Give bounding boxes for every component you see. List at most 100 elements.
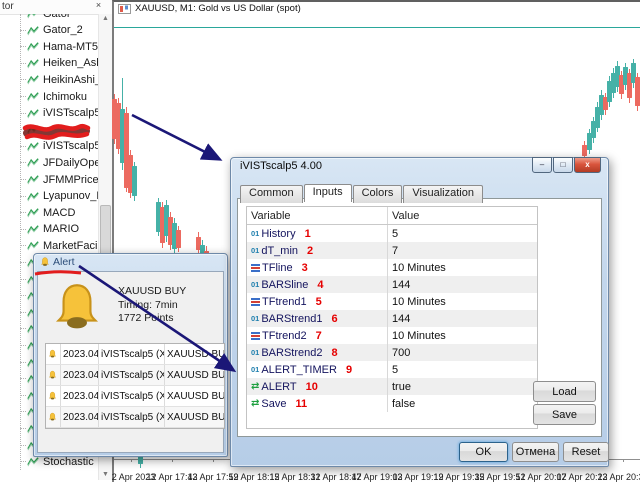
minimize-button[interactable]: – xyxy=(532,157,552,173)
variable-name: TFtrend1 xyxy=(262,295,307,308)
variable-name: BARStrend1 xyxy=(261,312,323,325)
input-row-dt-min[interactable]: 01 dT_min 2 7 xyxy=(247,242,537,259)
red-step-marker: 11 xyxy=(295,397,308,410)
reset-button[interactable]: Reset xyxy=(563,442,609,462)
input-row-tftrend2[interactable]: TFtrend2 7 10 Minutes xyxy=(247,327,537,344)
tab-visualization[interactable]: Visualization xyxy=(403,185,483,203)
sidebar-item-heiken-ashi[interactable]: Heiken_Ashi xyxy=(0,56,99,71)
boolean-type-icon: ⇄ xyxy=(251,380,260,392)
sidebar-item-jfmmprice[interactable]: JFMMPrice xyxy=(0,172,99,187)
variable-value[interactable]: 144 xyxy=(388,310,537,327)
close-button[interactable]: x xyxy=(574,157,601,173)
bell-icon xyxy=(46,407,61,427)
sidebar-item-label: Gator_2 xyxy=(43,24,83,37)
alert-row-time: 2023.04.... xyxy=(61,386,99,406)
sidebar-item-jfdailyopenline[interactable]: JFDailyOpenLine xyxy=(0,155,99,170)
variable-value[interactable]: 5 xyxy=(388,361,537,378)
tab-common[interactable]: Common xyxy=(240,185,303,203)
input-row-barstrend2[interactable]: 01 BARStrend2 8 700 xyxy=(247,344,537,361)
red-step-marker: 3 xyxy=(301,261,308,274)
save-button[interactable]: Save xyxy=(533,404,596,425)
sidebar-item-ivistscalp5-patern[interactable]: iVISTscalp5_patern xyxy=(0,139,99,154)
sidebar-item-label: HeikinAshi_SepWnd xyxy=(43,73,99,86)
variable-value[interactable]: false xyxy=(388,395,537,412)
variable-value[interactable]: 700 xyxy=(388,344,537,361)
sidebar-item-label: iVISTscalp5_patern xyxy=(43,140,99,153)
sidebar-item-label: MARIO xyxy=(43,223,80,236)
scroll-up-icon[interactable]: ▲ xyxy=(99,15,112,22)
tab-inputs[interactable]: Inputs xyxy=(303,184,352,202)
variable-value[interactable]: 10 Minutes xyxy=(388,327,537,344)
variable-value[interactable]: true xyxy=(388,378,537,395)
bid-price-line xyxy=(114,27,640,28)
red-step-marker: 5 xyxy=(315,295,322,308)
alert-row-event: XAUUSD BUY xyxy=(167,411,224,423)
input-row-tfline[interactable]: TFline 3 10 Minutes xyxy=(247,259,537,276)
sidebar-item-label: MACD xyxy=(43,206,76,219)
variable-value[interactable]: 7 xyxy=(388,242,537,259)
red-step-marker: 6 xyxy=(331,312,338,325)
variable-name: TFline xyxy=(262,261,293,274)
load-button[interactable]: Load xyxy=(533,381,596,402)
indicator-icon xyxy=(27,157,40,168)
timeframe-type-icon xyxy=(251,331,260,340)
input-row-alert-timer[interactable]: 01 ALERT_TIMER 9 5 xyxy=(247,361,537,378)
integer-type-icon: 01 xyxy=(251,365,260,374)
sidebar-item-redacted[interactable] xyxy=(0,122,99,137)
red-step-marker: 7 xyxy=(315,329,322,342)
indicator-icon xyxy=(27,124,40,135)
sidebar-item-hama-mt5[interactable]: Hama-MT5 xyxy=(0,39,99,54)
alert-row[interactable]: 2023.04....iVISTscalp5 (XAU...XAUUSD BUY xyxy=(46,407,224,428)
timeframe-type-icon xyxy=(251,297,260,306)
indicator-icon xyxy=(27,108,40,119)
alert-row[interactable]: 2023.04....iVISTscalp5 (XAU...XAUUSD BUY xyxy=(46,365,224,386)
sidebar-item-gator-2[interactable]: Gator_2 xyxy=(0,23,99,38)
ok-button[interactable]: OK xyxy=(459,442,508,462)
indicator-icon xyxy=(27,207,40,218)
alert-titlebar[interactable]: Alert xyxy=(34,254,227,270)
input-row-history[interactable]: 01 History 1 5 xyxy=(247,225,537,242)
indicator-icon xyxy=(27,91,40,102)
alert-row[interactable]: 2023.04....iVISTscalp5 (XAU...XAUUSD BUY xyxy=(46,344,224,365)
variable-value[interactable]: 5 xyxy=(388,225,537,242)
input-row-barstrend1[interactable]: 01 BARStrend1 6 144 xyxy=(247,310,537,327)
sidebar-item-heikinashi-sepwnd[interactable]: HeikinAshi_SepWnd xyxy=(0,72,99,87)
variable-value[interactable]: 10 Minutes xyxy=(388,259,537,276)
sidebar-item-mario[interactable]: MARIO xyxy=(0,222,99,237)
scrollbar-thumb[interactable] xyxy=(100,205,111,257)
bell-icon xyxy=(40,257,50,267)
input-row-save[interactable]: ⇄ Save 11 false xyxy=(247,395,537,412)
bell-icon xyxy=(46,386,61,406)
alert-window: Alert XAUUSD BUY Timing: 7min 1772 Point… xyxy=(33,253,228,457)
tab-colors[interactable]: Colors xyxy=(352,185,403,203)
cancel-button[interactable]: Отмена xyxy=(512,442,559,462)
variable-name: Save xyxy=(261,397,287,410)
timeframe-type-icon xyxy=(251,263,260,272)
dialog-tabs: Common Inputs Colors Visualization xyxy=(240,184,484,203)
sidebar-item-label: Hama-MT5 xyxy=(43,40,99,53)
sidebar-item-marketfacilitationin[interactable]: MarketFacilitationIn xyxy=(0,238,99,253)
variable-value[interactable]: 144 xyxy=(388,276,537,293)
input-row-barsline[interactable]: 01 BARSline 4 144 xyxy=(247,276,537,293)
integer-type-icon: 01 xyxy=(251,280,260,289)
sidebar-item-ivistscalp5[interactable]: iVISTscalp5 xyxy=(0,106,99,121)
variable-value[interactable]: 10 Minutes xyxy=(388,293,537,310)
red-step-marker: 8 xyxy=(331,346,338,359)
scroll-down-icon[interactable]: ▼ xyxy=(99,471,112,478)
alert-row[interactable]: 2023.04....iVISTscalp5 (XAU...XAUUSD BUY xyxy=(46,386,224,407)
indicator-icon xyxy=(27,191,40,202)
sidebar-item-macd[interactable]: MACD xyxy=(0,205,99,220)
axis-tick xyxy=(172,459,173,462)
alert-row-source: iVISTscalp5 (XAU... xyxy=(99,407,165,427)
column-header-value: Value xyxy=(392,209,420,222)
integer-type-icon: 01 xyxy=(251,246,260,255)
sidebar-item-lyapunov-hp[interactable]: Lyapunov_HP xyxy=(0,189,99,204)
axis-tick xyxy=(131,459,132,462)
input-row-tftrend1[interactable]: TFtrend1 5 10 Minutes xyxy=(247,293,537,310)
sidebar-item-ichimoku[interactable]: Ichimoku xyxy=(0,89,99,104)
sidebar-item-gator[interactable]: Gator xyxy=(0,14,99,21)
close-icon[interactable]: × xyxy=(93,0,104,11)
maximize-button[interactable]: □ xyxy=(553,157,573,173)
indicator-icon xyxy=(27,224,40,235)
input-row-alert[interactable]: ⇄ ALERT 10 true xyxy=(247,378,537,395)
